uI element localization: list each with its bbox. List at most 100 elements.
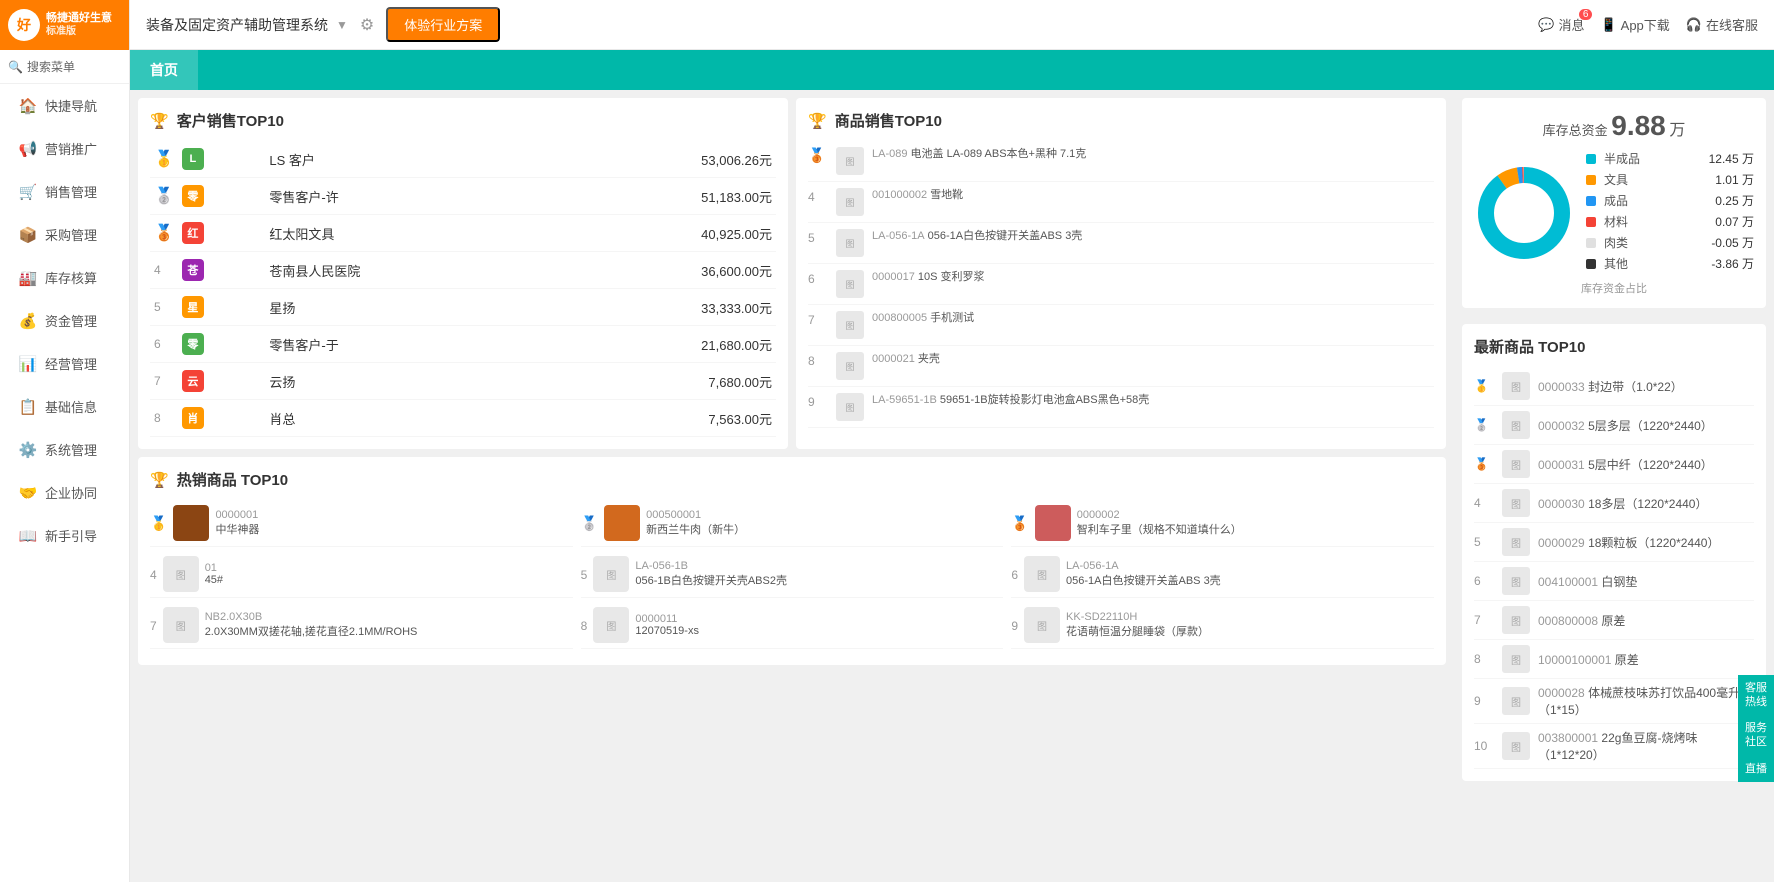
np-rank: 5 bbox=[1474, 535, 1494, 549]
sidebar-item-marketing[interactable]: 📢 营销推广 bbox=[0, 127, 129, 170]
hot-product-info: LA-056-1A 056-1A白色按键开关盖ABS 3壳 bbox=[1066, 560, 1434, 588]
np-info: 0000032 5层多层（1220*2440） bbox=[1538, 417, 1754, 434]
tab-home[interactable]: 首页 bbox=[130, 50, 198, 90]
customer-sales-row: 7 云 云扬 7,680.00元 bbox=[150, 363, 776, 400]
customer-amount: 53,006.26元 bbox=[551, 141, 776, 178]
hot-product-item: 🥈 000500001 新西兰牛肉（新牛） bbox=[581, 500, 1004, 547]
newest-product-row: 🥉 图 0000031 5层中纤（1220*2440） bbox=[1474, 445, 1754, 484]
rank-number: 7 bbox=[150, 363, 178, 400]
legend-value: -0.05 万 bbox=[1711, 234, 1754, 251]
finance-icon: 💰 bbox=[19, 312, 37, 330]
customer-amount: 7,680.00元 bbox=[551, 363, 776, 400]
newest-product-row: 5 图 0000029 18颗粒板（1220*2440） bbox=[1474, 523, 1754, 562]
legend-color-dot bbox=[1586, 196, 1596, 206]
np-info: 0000030 18多层（1220*2440） bbox=[1538, 495, 1754, 512]
np-info: 004100001 白钢垫 bbox=[1538, 573, 1754, 590]
newest-product-row: 7 图 000800008 原差 bbox=[1474, 601, 1754, 640]
ps-img: 图 bbox=[836, 188, 864, 216]
nav-tabs: 首页 bbox=[130, 50, 1774, 90]
legend-label-text: 半成品 bbox=[1604, 150, 1640, 167]
sidebar-item-shortcut[interactable]: 🏠 快捷导航 bbox=[0, 84, 129, 127]
app-download-button[interactable]: 📱 App下载 bbox=[1600, 15, 1669, 34]
legend-item: 成品 0.25 万 bbox=[1586, 192, 1754, 209]
newest-product-row: 10 图 003800001 22g鱼豆腐-烧烤味（1*12*20） bbox=[1474, 724, 1754, 769]
customer-badge: L bbox=[178, 141, 263, 178]
legend-item: 文具 1.01 万 bbox=[1586, 171, 1754, 188]
legend-label-text: 肉类 bbox=[1604, 234, 1628, 251]
sidebar-item-purchase[interactable]: 📦 采购管理 bbox=[0, 213, 129, 256]
product-thumbnail: 图 bbox=[1024, 607, 1060, 643]
ps-info: 0000021 夹壳 bbox=[872, 352, 1434, 367]
message-button[interactable]: 💬 消息 6 bbox=[1538, 15, 1584, 34]
customer-name: 红太阳文具 bbox=[263, 215, 551, 252]
settings-icon[interactable]: ⚙ bbox=[360, 15, 374, 35]
product-thumbnail: 图 bbox=[163, 556, 199, 592]
trial-button[interactable]: 体验行业方案 bbox=[386, 7, 500, 42]
ps-info: LA-59651-1B 59651-1B旋转投影灯电池盒ABS黑色+58壳 bbox=[872, 393, 1434, 408]
legend-item: 肉类 -0.05 万 bbox=[1586, 234, 1754, 251]
search-menu[interactable]: 🔍 搜索菜单 bbox=[0, 50, 129, 84]
customer-amount: 33,333.00元 bbox=[551, 289, 776, 326]
legend-value: 0.07 万 bbox=[1715, 213, 1754, 230]
product-thumbnail: 图 bbox=[593, 607, 629, 643]
sidebar-item-inventory[interactable]: 🏭 库存核算 bbox=[0, 256, 129, 299]
float-btn-service[interactable]: 客服热线 bbox=[1738, 675, 1774, 716]
ps-img: 图 bbox=[836, 229, 864, 257]
np-info: 0000031 5层中纤（1220*2440） bbox=[1538, 456, 1754, 473]
np-rank: 4 bbox=[1474, 496, 1494, 510]
inventory-chart-container: 半成品 12.45 万 文具 1.01 万 成品 0.25 万 材料 0.07 … bbox=[1474, 150, 1754, 276]
customer-sales-section: 🏆 客户销售TOP10 🥇 L LS 客户 53,006.26元 🥈 零 零售客… bbox=[138, 98, 788, 449]
customer-sales-row: 4 苍 苍南县人民医院 36,600.00元 bbox=[150, 252, 776, 289]
logo-icon: 好 bbox=[8, 9, 40, 41]
customer-name: 星扬 bbox=[263, 289, 551, 326]
ps-rank: 6 bbox=[808, 270, 828, 286]
sidebar: 好 畅捷通好生意 标准版 🔍 搜索菜单 🏠 快捷导航 📢 营销推广 🛒 销售管理… bbox=[0, 0, 130, 882]
sidebar-logo: 好 畅捷通好生意 标准版 bbox=[0, 0, 129, 50]
sidebar-item-collab[interactable]: 🤝 企业协同 bbox=[0, 471, 129, 514]
sidebar-item-operation[interactable]: 📊 经营管理 bbox=[0, 342, 129, 385]
sidebar-item-system[interactable]: ⚙️ 系统管理 bbox=[0, 428, 129, 471]
product-sales-row: 5 图 LA-056-1A 056-1A白色按键开关盖ABS 3壳 bbox=[808, 223, 1434, 264]
customer-badge: 云 bbox=[178, 363, 263, 400]
sidebar-nav: 🏠 快捷导航 📢 营销推广 🛒 销售管理 📦 采购管理 🏭 库存核算 💰 资金管… bbox=[0, 84, 129, 882]
hot-products-title: 🏆 热销商品 TOP10 bbox=[150, 469, 1434, 490]
sidebar-item-basic[interactable]: 📋 基础信息 bbox=[0, 385, 129, 428]
sidebar-item-guide[interactable]: 📖 新手引导 bbox=[0, 514, 129, 557]
online-service-button[interactable]: 🎧 在线客服 bbox=[1686, 15, 1758, 34]
product-sales-row: 9 图 LA-59651-1B 59651-1B旋转投影灯电池盒ABS黑色+58… bbox=[808, 387, 1434, 428]
system-selector[interactable]: 装备及固定资产辅助管理系统 ▼ bbox=[146, 15, 348, 35]
customer-sales-row: 🥈 零 零售客户-许 51,183.00元 bbox=[150, 178, 776, 215]
hot-product-item: 7 图 NB2.0X30B 2.0X30MM双搓花轴,搓花直径2.1MM/ROH… bbox=[150, 602, 573, 649]
customer-badge: 苍 bbox=[178, 252, 263, 289]
ps-img: 图 bbox=[836, 270, 864, 298]
product-thumbnail bbox=[1035, 505, 1071, 541]
hot-product-info: 0000002 智利车子里（规格不知道填什么） bbox=[1077, 509, 1434, 537]
sales-icon: 🛒 bbox=[19, 183, 37, 201]
sidebar-item-sales[interactable]: 🛒 销售管理 bbox=[0, 170, 129, 213]
hot-product-item: 4 图 01 45# bbox=[150, 551, 573, 598]
customer-sales-row: 🥉 红 红太阳文具 40,925.00元 bbox=[150, 215, 776, 252]
np-rank: 6 bbox=[1474, 574, 1494, 588]
marketing-icon: 📢 bbox=[19, 140, 37, 158]
customer-badge: 红 bbox=[178, 215, 263, 252]
rank-number: 🥈 bbox=[150, 178, 178, 215]
hot-product-info: NB2.0X30B 2.0X30MM双搓花轴,搓花直径2.1MM/ROHS bbox=[205, 611, 573, 639]
legend-color-dot bbox=[1586, 175, 1596, 185]
np-img: 图 bbox=[1502, 732, 1530, 760]
ps-rank: 8 bbox=[808, 352, 828, 368]
guide-icon: 📖 bbox=[19, 527, 37, 545]
float-btn-community[interactable]: 服务社区 bbox=[1738, 715, 1774, 756]
home-icon: 🏠 bbox=[19, 97, 37, 115]
float-btn-live[interactable]: 直播 bbox=[1738, 756, 1774, 782]
ps-info: 000800005 手机测试 bbox=[872, 311, 1434, 326]
inventory-header: 库存总资金 9.88 万 bbox=[1474, 110, 1754, 142]
sidebar-item-finance[interactable]: 💰 资金管理 bbox=[0, 299, 129, 342]
legend-color-dot bbox=[1586, 154, 1596, 164]
customer-amount: 7,563.00元 bbox=[551, 400, 776, 437]
np-rank: 🥇 bbox=[1474, 379, 1494, 393]
customer-name: 零售客户-于 bbox=[263, 326, 551, 363]
customer-amount: 21,680.00元 bbox=[551, 326, 776, 363]
np-info: 003800001 22g鱼豆腐-烧烤味（1*12*20） bbox=[1538, 729, 1754, 763]
system-icon: ⚙️ bbox=[19, 441, 37, 459]
newest-product-row: 4 图 0000030 18多层（1220*2440） bbox=[1474, 484, 1754, 523]
